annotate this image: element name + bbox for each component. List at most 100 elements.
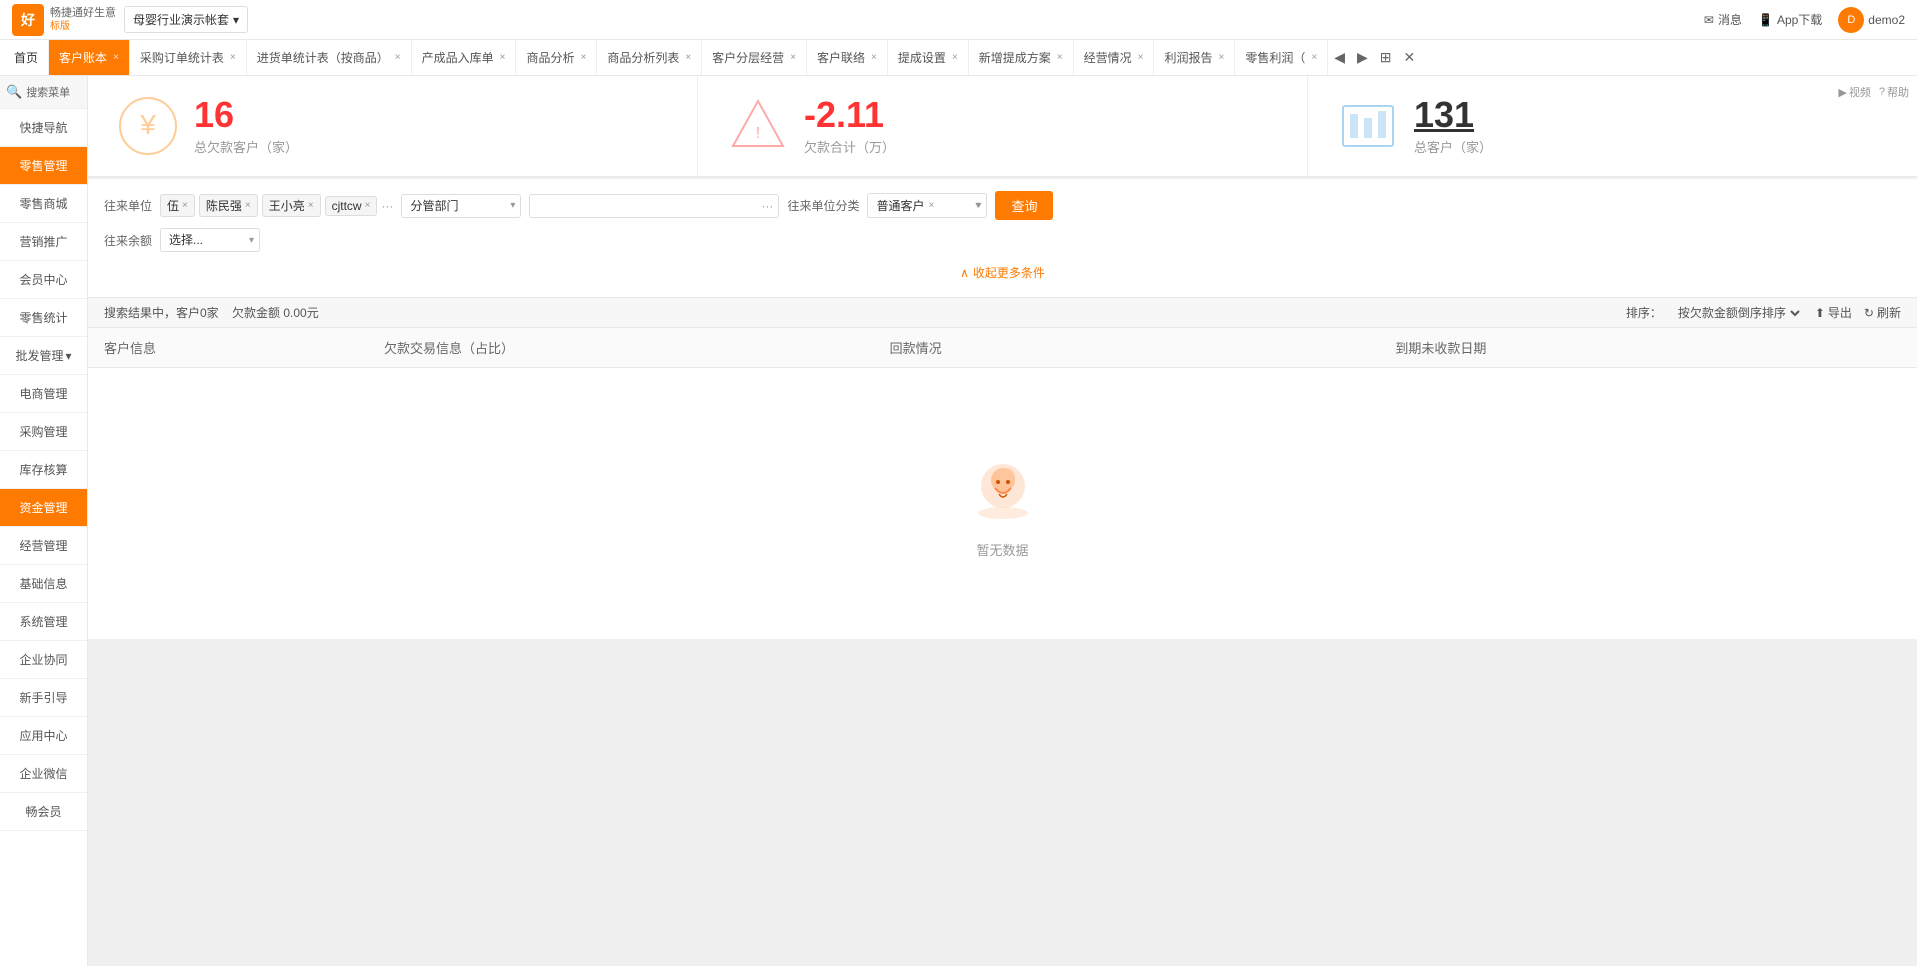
sidebar-item-finance[interactable]: 资金管理 [0, 489, 87, 527]
search-icon: 🔍 [6, 84, 22, 100]
sidebar-item-system[interactable]: 系统管理 [0, 603, 87, 641]
sidebar-item-basic-info[interactable]: 基础信息 [0, 565, 87, 603]
balance-select[interactable]: 选择... [160, 228, 260, 252]
tab-close-purchase-order[interactable]: × [230, 52, 236, 63]
sidebar-item-operation[interactable]: 经营管理 [0, 527, 87, 565]
tab-promotion-settings[interactable]: 提成设置 × [888, 40, 969, 76]
collapse-button[interactable]: ∧ 收起更多条件 [104, 260, 1901, 285]
video-action[interactable]: ▶ 视频 [1838, 84, 1870, 100]
balance-select-wrap: 选择... [160, 228, 260, 252]
tab-close-goods-analysis[interactable]: × [580, 52, 586, 63]
tab-close-stock-stats[interactable]: × [395, 52, 401, 63]
user-menu[interactable]: D demo2 [1838, 7, 1905, 33]
chevron-down-icon: ▾ [233, 13, 239, 27]
dept-select-wrap: 分管部门 [401, 194, 521, 218]
tab-operation[interactable]: 经营情况 × [1074, 40, 1155, 76]
stats-row: ¥ 16 总欠款客户（家） ! -2.11 欠款合计（ [88, 76, 1917, 177]
query-button[interactable]: 查询 [995, 191, 1053, 220]
export-button[interactable]: ⬆ 导出 [1815, 304, 1852, 321]
sidebar-item-retail-stats[interactable]: 零售统计 [0, 299, 87, 337]
stat-label-customers: 总欠款客户（家） [194, 137, 667, 156]
tab-close-new-promotion[interactable]: × [1057, 52, 1063, 63]
sidebar-item-purchase[interactable]: 采购管理 [0, 413, 87, 451]
sidebar-search[interactable]: 🔍 搜索菜单 [0, 76, 87, 109]
tab-close-goods-analysis-list[interactable]: × [685, 52, 691, 63]
refresh-button[interactable]: ↻ 刷新 [1864, 304, 1901, 321]
tab-close-promotion-settings[interactable]: × [952, 52, 958, 63]
remove-classify-tag[interactable]: × [928, 200, 934, 211]
tab-close-profit-report[interactable]: × [1218, 52, 1224, 63]
classify-label: 往来单位分类 [787, 197, 859, 214]
tab-goods-analysis-list[interactable]: 商品分析列表 × [597, 40, 702, 76]
sidebar-item-retail-mall[interactable]: 零售商城 [0, 185, 87, 223]
app-download-button[interactable]: 📱 App下载 [1758, 11, 1822, 28]
dept-select[interactable]: 分管部门 [401, 194, 521, 218]
tab-customer-contact[interactable]: 客户联络 × [807, 40, 888, 76]
tab-home[interactable]: 首页 [4, 40, 49, 76]
tab-customer-account[interactable]: 客户账本 × [49, 40, 130, 76]
tab-new-promotion[interactable]: 新增提成方案 × [969, 40, 1074, 76]
chevron-down-icon: ▾ [65, 349, 71, 363]
sidebar-item-retail[interactable]: 零售管理 [0, 147, 87, 185]
tab-profit-report[interactable]: 利润报告 × [1154, 40, 1235, 76]
tab-nav-menu[interactable]: ⊞ [1374, 40, 1398, 76]
filter-tag-wang[interactable]: 王小亮 × [262, 194, 321, 217]
sidebar-item-enterprise-agreement[interactable]: 企业协同 [0, 641, 87, 679]
tab-close-customer-account[interactable]: × [113, 52, 119, 63]
export-icon: ⬆ [1815, 306, 1825, 320]
sidebar-item-new-guide[interactable]: 新手引导 [0, 679, 87, 717]
empty-text: 暂无数据 [976, 540, 1028, 559]
tab-close-customer-contact[interactable]: × [871, 52, 877, 63]
results-actions: 排序： 按欠款金额倒序排序 ⬆ 导出 ↻ 刷新 [1626, 304, 1901, 321]
sort-select[interactable]: 按欠款金额倒序排序 [1674, 305, 1803, 321]
store-selector[interactable]: 母婴行业演示帐套 ▾ [124, 6, 248, 33]
tab-nav-prev[interactable]: ◀ [1328, 40, 1351, 76]
filter-more-btn[interactable]: ··· [381, 199, 393, 213]
remove-tag-cjttcw[interactable]: × [365, 200, 371, 211]
remove-tag-wang[interactable]: × [308, 200, 314, 211]
filter-tag-wu[interactable]: 伍 × [160, 194, 195, 217]
person-input[interactable] [529, 194, 779, 218]
stat-icon-debt: ! [728, 96, 788, 156]
tab-customer-segment[interactable]: 客户分层经营 × [702, 40, 807, 76]
sidebar-item-app-center[interactable]: 应用中心 [0, 717, 87, 755]
tab-product-stock[interactable]: 产成品入库单 × [412, 40, 517, 76]
help-action[interactable]: ? 帮助 [1879, 84, 1909, 100]
tab-stock-stats[interactable]: 进货单统计表（按商品） × [247, 40, 412, 76]
stat-card-actions: ▶ 视频 ? 帮助 [1838, 84, 1909, 100]
tab-close-customer-segment[interactable]: × [790, 52, 796, 63]
sidebar-item-member-vip[interactable]: 畅会员 [0, 793, 87, 831]
tab-bar: 首页 客户账本 × 采购订单统计表 × 进货单统计表（按商品） × 产成品入库单… [0, 40, 1917, 76]
tab-goods-analysis[interactable]: 商品分析 × [516, 40, 597, 76]
tab-close-retail-profit[interactable]: × [1311, 52, 1317, 63]
filter-tags-unit: 伍 × 陈民强 × 王小亮 × cjttcw × ··· [160, 194, 393, 217]
remove-tag-wu[interactable]: × [182, 200, 188, 211]
message-icon: ✉ [1704, 13, 1714, 27]
stat-number-debt: -2.11 [804, 97, 1277, 133]
sidebar-item-ecommerce[interactable]: 电商管理 [0, 375, 87, 413]
tab-close-all[interactable]: ✕ [1397, 40, 1421, 76]
tab-close-operation[interactable]: × [1138, 52, 1144, 63]
chevron-up-icon: ∧ [960, 266, 969, 280]
filter-tag-cjttcw[interactable]: cjttcw × [325, 196, 378, 216]
sidebar-item-quick-nav[interactable]: 快捷导航 [0, 109, 87, 147]
sidebar-item-marketing[interactable]: 营销推广 [0, 223, 87, 261]
sidebar-item-wholesale[interactable]: 批发管理 ▾ [0, 337, 87, 375]
filter-tag-chen[interactable]: 陈民强 × [199, 194, 258, 217]
main-layout: 🔍 搜索菜单 快捷导航 零售管理 零售商城 营销推广 会员中心 零售统计 批发管… [0, 76, 1917, 966]
sidebar-item-enterprise-wechat[interactable]: 企业微信 [0, 755, 87, 793]
svg-text:¥: ¥ [139, 109, 156, 140]
data-table: 客户信息 欠款交易信息（占比） 回款情况 到期未收款日期 [88, 328, 1917, 639]
sidebar-item-inventory[interactable]: 库存核算 [0, 451, 87, 489]
stat-label-debt: 欠款合计（万） [804, 137, 1277, 156]
table-header-overdue-date: 到期未收款日期 [1395, 338, 1901, 357]
tab-nav-next[interactable]: ▶ [1351, 40, 1374, 76]
tab-retail-profit[interactable]: 零售利润（ × [1235, 40, 1328, 76]
remove-tag-chen[interactable]: × [245, 200, 251, 211]
tab-close-product-stock[interactable]: × [500, 52, 506, 63]
stat-card-all-customers: 131 总客户（家） ▶ 视频 ? 帮助 [1308, 76, 1917, 176]
logo-area: 好 畅捷通好生意 标版 [12, 4, 116, 36]
sidebar-item-member[interactable]: 会员中心 [0, 261, 87, 299]
tab-purchase-order[interactable]: 采购订单统计表 × [130, 40, 247, 76]
message-button[interactable]: ✉ 消息 [1704, 11, 1742, 28]
